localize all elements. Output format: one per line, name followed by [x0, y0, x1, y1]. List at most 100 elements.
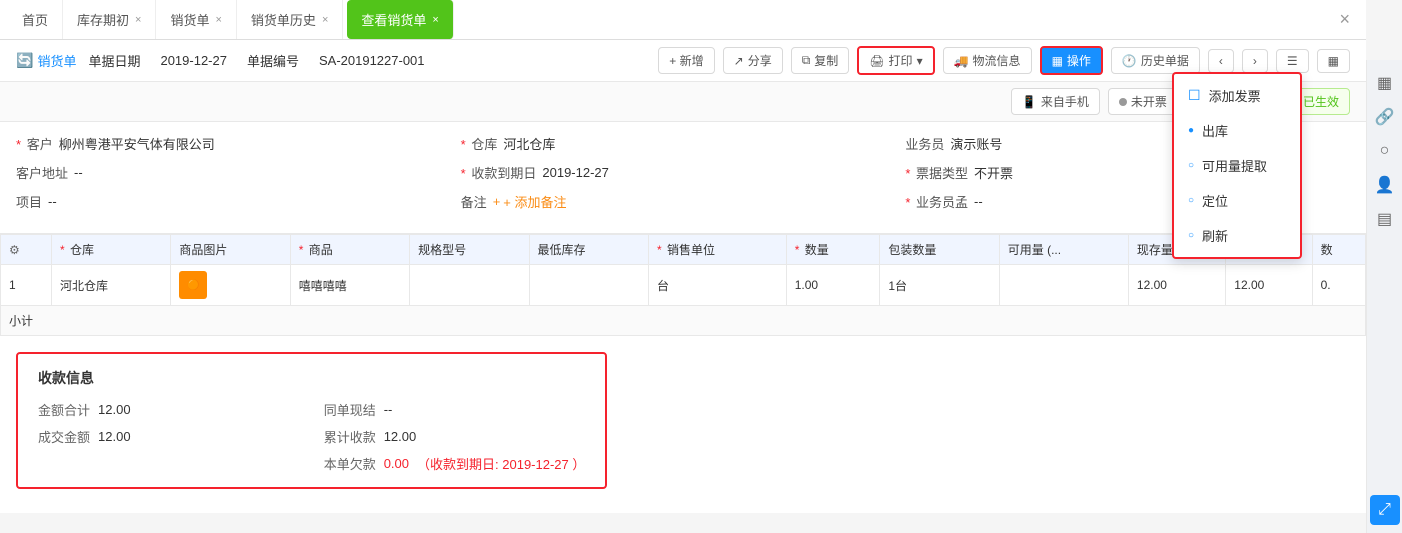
col-spec: 规格型号: [410, 235, 529, 265]
col-image: 商品图片: [171, 235, 290, 265]
close-tab-inventory[interactable]: ×: [135, 14, 141, 26]
doc-date-value: 2019-12-27: [160, 53, 227, 68]
due-date-field: * 收款到期日 2019-12-27: [461, 163, 906, 182]
row-min-stock: [529, 265, 648, 306]
row-spec: [410, 265, 529, 306]
copy-button[interactable]: ⧉ 复制: [791, 47, 850, 74]
logistics-icon: 🚚: [954, 54, 969, 68]
dropdown-add-invoice[interactable]: ☐ 添加发票: [1174, 78, 1300, 113]
address-value: --: [74, 165, 83, 180]
doc-actions: + 新增 ↗ 分享 ⧉ 复制 🖨 打印 ▾ 🚚 物流信息 ▦ 操作: [658, 46, 1350, 75]
sidebar-circle-icon[interactable]: ○: [1370, 136, 1400, 166]
row-unit: 台: [648, 265, 786, 306]
deal-amount-row: 成交金额 12.00: [38, 427, 300, 446]
table-header-row: ⚙ * 仓库 商品图片 * 商品 规格型号 最低库存 * 销售单位 * 数量 包…: [1, 235, 1366, 265]
close-tab-sales[interactable]: ×: [215, 14, 221, 26]
summary-col-right: 同单现结 -- 累计收款 12.00 本单欠款 0.00 （收款到期日: 201…: [324, 400, 586, 473]
view-list-button[interactable]: ☰: [1276, 49, 1309, 73]
current-due-val: 0.00: [384, 456, 409, 471]
share-button[interactable]: ↗ 分享: [723, 47, 783, 74]
close-tab-history[interactable]: ×: [322, 14, 328, 26]
doc-number-value: SA-20191227-001: [319, 53, 425, 68]
product-thumbnail: 🟠: [179, 271, 207, 299]
add-note-button[interactable]: + + 添加备注: [493, 192, 567, 211]
plus-icon: +: [493, 194, 501, 209]
prev-button[interactable]: ‹: [1208, 49, 1234, 73]
phone-icon: 📱: [1022, 95, 1037, 109]
row-current-stock: 12.00: [1128, 265, 1225, 306]
row-quantity: 1.00: [786, 265, 880, 306]
deal-amount-val: 12.00: [98, 429, 131, 444]
tab-home[interactable]: 首页: [8, 0, 63, 39]
table-area: ⚙ * 仓库 商品图片 * 商品 规格型号 最低库存 * 销售单位 * 数量 包…: [0, 234, 1366, 336]
tab-inventory-init[interactable]: 库存期初 ×: [63, 0, 156, 39]
doc-type-icon: 🔄: [16, 52, 33, 69]
total-amount-row: 金额合计 12.00: [38, 400, 300, 419]
tab-sales-order[interactable]: 销货单 ×: [156, 0, 236, 39]
tab-bar-right: ×: [1331, 9, 1358, 30]
dropdown-locate[interactable]: ○ 定位: [1174, 183, 1300, 218]
tab-sales-history[interactable]: 销货单历史 ×: [237, 0, 343, 39]
sidebar-expand-icon[interactable]: ⤢: [1370, 495, 1400, 525]
close-window-button[interactable]: ×: [1331, 9, 1358, 29]
summary-box: 收款信息 金额合计 12.00 成交金额 12.00 同单现结 --: [16, 352, 607, 489]
history-icon: 🕐: [1122, 54, 1137, 68]
row-image: 🟠: [171, 265, 290, 306]
locate-icon: ○: [1188, 195, 1194, 206]
qty-extract-icon: ○: [1188, 160, 1194, 171]
logistics-button[interactable]: 🚚 物流信息: [943, 47, 1032, 74]
sidebar-grid-icon[interactable]: ▤: [1370, 204, 1400, 234]
staff-value: 演示账号: [950, 134, 1002, 153]
not-open-dot: [1119, 98, 1127, 106]
print-button[interactable]: 🖨 打印 ▾: [857, 46, 934, 75]
dropdown-refresh[interactable]: ○ 刷新: [1174, 218, 1300, 253]
summary-area: 收款信息 金额合计 12.00 成交金额 12.00 同单现结 --: [0, 336, 1366, 513]
row-amount: 0.: [1312, 265, 1365, 306]
col-quantity: * 数量: [786, 235, 880, 265]
warehouse-field: * 仓库 河北仓库: [461, 134, 906, 153]
row-warehouse: 河北仓库: [51, 265, 170, 306]
invoice-type-value: 不开票: [974, 163, 1013, 182]
form-row-2: 客户地址 -- * 收款到期日 2019-12-27 * 票据类型 不开票: [16, 163, 1350, 182]
sidebar-user-icon[interactable]: 👤: [1370, 170, 1400, 200]
dropdown-qty-extract[interactable]: ○ 可用量提取: [1174, 148, 1300, 183]
outbound-icon: ●: [1188, 125, 1194, 136]
share-icon: ↗: [734, 54, 744, 68]
summary-title: 收款信息: [38, 368, 585, 388]
sidebar-layout-icon[interactable]: ▦: [1370, 68, 1400, 98]
view-grid-button[interactable]: ▦: [1317, 49, 1350, 73]
history-button[interactable]: 🕐 历史单据: [1111, 47, 1200, 74]
cumulative-val: 12.00: [384, 429, 417, 444]
row-pack-qty: 1台: [880, 265, 999, 306]
sidebar-link-icon[interactable]: 🔗: [1370, 102, 1400, 132]
col-product: * 商品: [290, 235, 409, 265]
summary-grid: 金额合计 12.00 成交金额 12.00 同单现结 -- 累计收款: [38, 400, 585, 473]
close-tab-view[interactable]: ×: [432, 14, 438, 26]
due-note: （收款到期日: 2019-12-27 ）: [417, 454, 585, 473]
form-row-1: * 客户 柳州粤港平安气体有限公司 * 仓库 河北仓库 业务员 演示账号: [16, 134, 1350, 153]
settings-gear-icon[interactable]: ⚙: [9, 243, 20, 257]
print-dropdown-icon: ▾: [917, 54, 923, 68]
not-open-button[interactable]: 未开票: [1108, 88, 1178, 115]
row-unit-price: 12.00: [1226, 265, 1312, 306]
note-field: 备注 + + 添加备注: [461, 192, 906, 211]
operation-grid-icon: ▦: [1052, 54, 1063, 68]
from-phone-button[interactable]: 📱 来自手机: [1011, 88, 1100, 115]
dropdown-outbound[interactable]: ● 出库: [1174, 113, 1300, 148]
col-amount: 数: [1312, 235, 1365, 265]
doc-number-label: 单据编号: [247, 51, 299, 70]
row-index: 1: [1, 265, 52, 306]
tab-bar: 首页 库存期初 × 销货单 × 销货单历史 × 查看销货单 × ×: [0, 0, 1366, 40]
cumulative-row: 累计收款 12.00: [324, 427, 586, 446]
same-order-val: --: [384, 402, 393, 417]
operation-button[interactable]: ▦ 操作: [1040, 46, 1103, 75]
new-button[interactable]: + 新增: [658, 47, 714, 74]
salesperson-value: --: [974, 194, 983, 209]
tab-view-sales[interactable]: 查看销货单 ×: [347, 0, 453, 39]
col-settings[interactable]: ⚙: [1, 235, 52, 265]
customer-field: * 客户 柳州粤港平安气体有限公司: [16, 134, 461, 153]
right-sidebar: ▦ 🔗 ○ 👤 ▤ ⤢: [1366, 60, 1402, 533]
col-min-stock: 最低库存: [529, 235, 648, 265]
table-row: 1 河北仓库 🟠 嘻嘻嘻嘻 台 1.00 1台 12.00 12.00 0.: [1, 265, 1366, 306]
next-button[interactable]: ›: [1242, 49, 1268, 73]
